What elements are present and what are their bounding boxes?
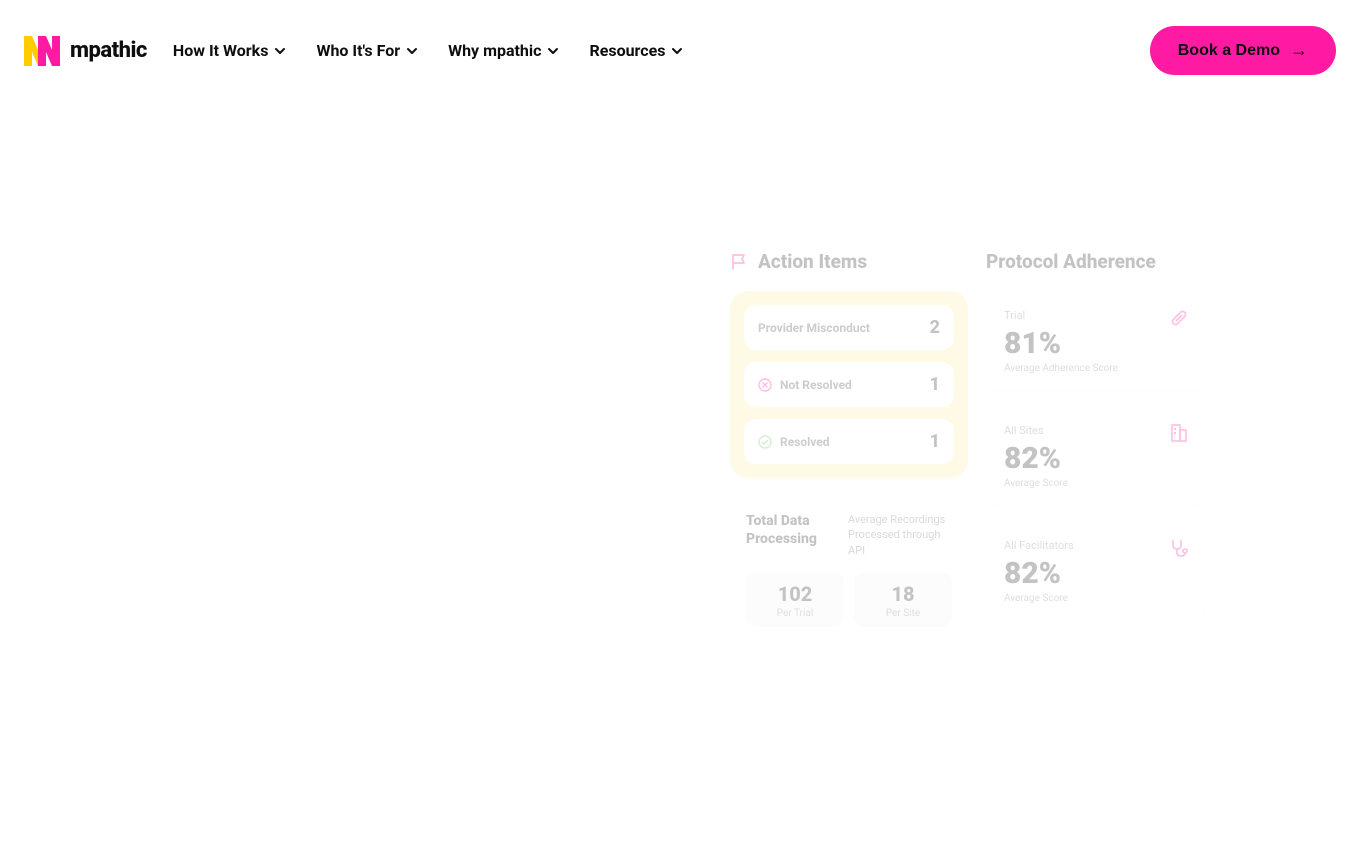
- header: mpathic How It Works Who It's For Why mp…: [0, 0, 1360, 101]
- stat-per-site: 18 Per Site: [854, 572, 952, 627]
- action-row-count: 1: [930, 431, 940, 452]
- stat-per-trial: 102 Per Trial: [746, 572, 844, 627]
- logo-mark-icon: [24, 36, 60, 66]
- metric-sub: Average Adherence Score: [1004, 363, 1188, 374]
- section-title-text: Action Items: [758, 250, 867, 273]
- action-row-provider-misconduct[interactable]: Provider Misconduct 2: [744, 305, 954, 350]
- chevron-down-icon: [406, 45, 418, 57]
- nav-label: Why mpathic: [448, 41, 541, 60]
- metric-card-all-sites: All Sites 82% Average Score: [986, 408, 1206, 505]
- action-items-title: Action Items: [730, 250, 968, 273]
- metric-sub: Average Score: [1004, 478, 1188, 489]
- nav-label: Resources: [589, 41, 665, 60]
- nav-resources[interactable]: Resources: [589, 41, 683, 60]
- flag-icon: [730, 253, 748, 271]
- dashboard-left-column: Action Items Provider Misconduct 2 Not R…: [730, 250, 968, 643]
- arrow-right-icon: →: [1290, 40, 1308, 61]
- logo-text: mpathic: [70, 38, 147, 63]
- nav-label: Who It's For: [316, 41, 400, 60]
- action-row-count: 2: [930, 317, 940, 338]
- nav-who-its-for[interactable]: Who It's For: [316, 41, 418, 60]
- chevron-down-icon: [547, 45, 559, 57]
- action-row-label: Not Resolved: [780, 378, 852, 392]
- action-row-not-resolved[interactable]: Not Resolved 1: [744, 362, 954, 407]
- data-processing-card: Total Data Processing Average Recordings…: [730, 496, 968, 643]
- building-icon: [1168, 422, 1190, 444]
- metric-label: All Sites: [1004, 424, 1188, 437]
- action-items-card: Provider Misconduct 2 Not Resolved 1: [730, 291, 968, 478]
- logo[interactable]: mpathic: [24, 36, 147, 66]
- nav-why-mpathic[interactable]: Why mpathic: [448, 41, 559, 60]
- action-row-label: Provider Misconduct: [758, 321, 870, 335]
- nav-how-it-works[interactable]: How It Works: [173, 41, 287, 60]
- section-title-text: Protocol Adherence: [986, 250, 1156, 273]
- metric-card-all-facilitators: All Facilitators 82% Average Score: [986, 523, 1206, 620]
- dashboard-right-column: Protocol Adherence Trial 81% Average Adh…: [986, 250, 1206, 643]
- stat-number: 18: [866, 582, 940, 606]
- metric-sub: Average Score: [1004, 593, 1188, 604]
- stat-label: Per Trial: [758, 608, 832, 619]
- metric-label: All Facilitators: [1004, 539, 1188, 552]
- pill-icon: [1168, 307, 1190, 329]
- book-demo-button[interactable]: Book a Demo →: [1150, 26, 1336, 75]
- data-processing-title: Total Data Processing: [746, 512, 836, 548]
- action-row-label: Resolved: [780, 435, 830, 449]
- metric-value: 82%: [1004, 556, 1188, 591]
- protocol-adherence-title: Protocol Adherence: [986, 250, 1206, 273]
- stat-label: Per Site: [866, 608, 940, 619]
- dashboard-preview: Action Items Provider Misconduct 2 Not R…: [730, 250, 1210, 643]
- action-row-resolved[interactable]: Resolved 1: [744, 419, 954, 464]
- metric-card-trial: Trial 81% Average Adherence Score: [986, 293, 1206, 390]
- metric-label: Trial: [1004, 309, 1188, 322]
- check-circle-icon: [758, 435, 772, 449]
- stethoscope-icon: [1168, 537, 1190, 559]
- cta-label: Book a Demo: [1178, 42, 1280, 60]
- metric-value: 82%: [1004, 441, 1188, 476]
- metric-value: 81%: [1004, 326, 1188, 361]
- x-circle-icon: [758, 378, 772, 392]
- main-nav: How It Works Who It's For Why mpathic Re…: [173, 41, 1150, 60]
- action-row-count: 1: [930, 374, 940, 395]
- data-processing-subtitle: Average Recordings Processed through API: [848, 512, 952, 558]
- stat-number: 102: [758, 582, 832, 606]
- chevron-down-icon: [671, 45, 683, 57]
- nav-label: How It Works: [173, 41, 269, 60]
- chevron-down-icon: [274, 45, 286, 57]
